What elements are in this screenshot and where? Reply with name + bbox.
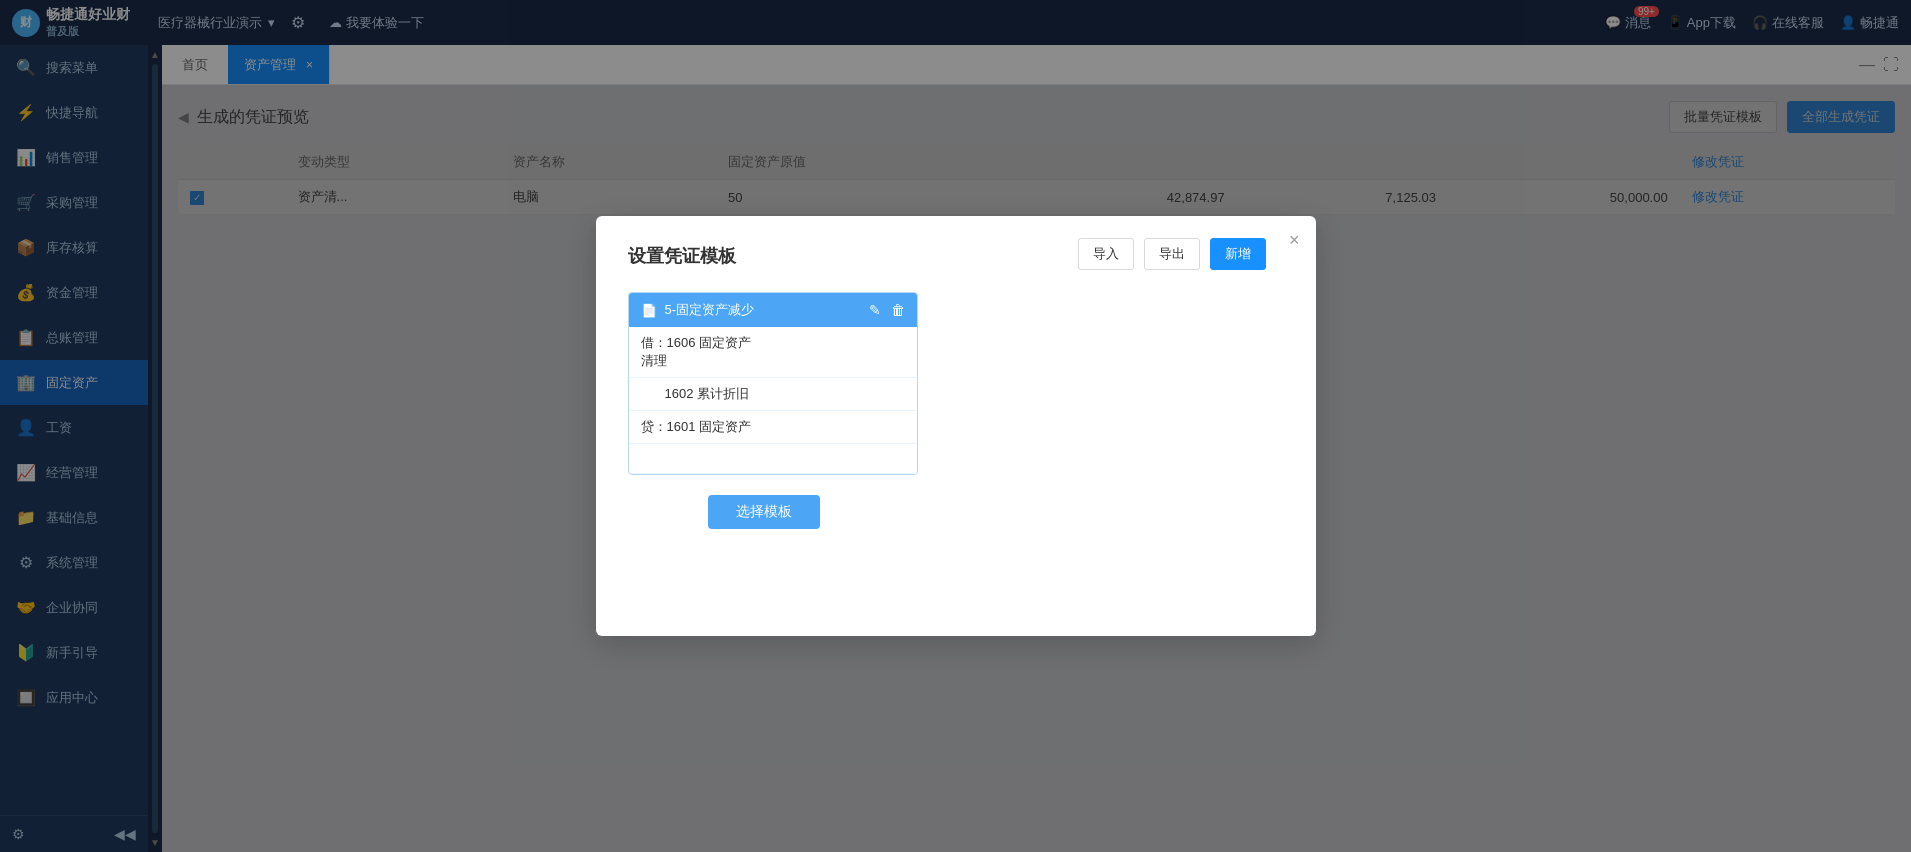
template-row-3-type: 贷：1601 固定资产 [629,411,769,444]
template-delete-icon[interactable]: 🗑 [891,302,905,318]
template-edit-icon[interactable]: ✎ [869,302,881,318]
template-row-4-col1 [769,444,843,474]
template-row-2-col1 [769,378,843,411]
template-row-1-col1 [769,327,843,378]
template-row-3-col1 [769,411,843,444]
template-row-1: 借：1606 固定资产清理 [629,327,917,378]
template-row-4 [629,444,917,474]
template-row-4-col2 [843,444,917,474]
template-row-4-type [629,444,769,474]
modal-toolbar: 导入 导出 新增 [1078,238,1266,270]
template-file-icon: 📄 [641,303,657,318]
export-button[interactable]: 导出 [1144,238,1200,270]
template-name: 5-固定资产减少 [665,301,755,319]
template-row-1-type: 借：1606 固定资产清理 [629,327,769,378]
template-table: 借：1606 固定资产清理 1602 累计折旧 [629,327,917,474]
template-header-actions: ✎ 🗑 [869,302,905,318]
template-row-3-col2 [843,411,917,444]
template-row-2-col2 [843,378,917,411]
template-row-2: 1602 累计折旧 [629,378,917,411]
modal-dialog: × 设置凭证模板 导入 导出 新增 📄 5-固定资产减少 ✎ [596,216,1316,636]
select-template-button[interactable]: 选择模板 [708,495,820,529]
template-card: 📄 5-固定资产减少 ✎ 🗑 借：1606 固定资产清理 [628,292,918,475]
new-button[interactable]: 新增 [1210,238,1266,270]
modal-content: 📄 5-固定资产减少 ✎ 🗑 借：1606 固定资产清理 [628,292,1284,529]
modal-overlay: × 设置凭证模板 导入 导出 新增 📄 5-固定资产减少 ✎ [0,0,1911,852]
template-row-2-type: 1602 累计折旧 [629,378,769,411]
template-card-body: 借：1606 固定资产清理 1602 累计折旧 [629,327,917,474]
template-card-header: 📄 5-固定资产减少 ✎ 🗑 [629,293,917,327]
template-header-left: 📄 5-固定资产减少 [641,301,755,319]
import-button[interactable]: 导入 [1078,238,1134,270]
template-row-1-col2 [843,327,917,378]
template-row-3: 贷：1601 固定资产 [629,411,917,444]
modal-close-button[interactable]: × [1289,230,1300,251]
